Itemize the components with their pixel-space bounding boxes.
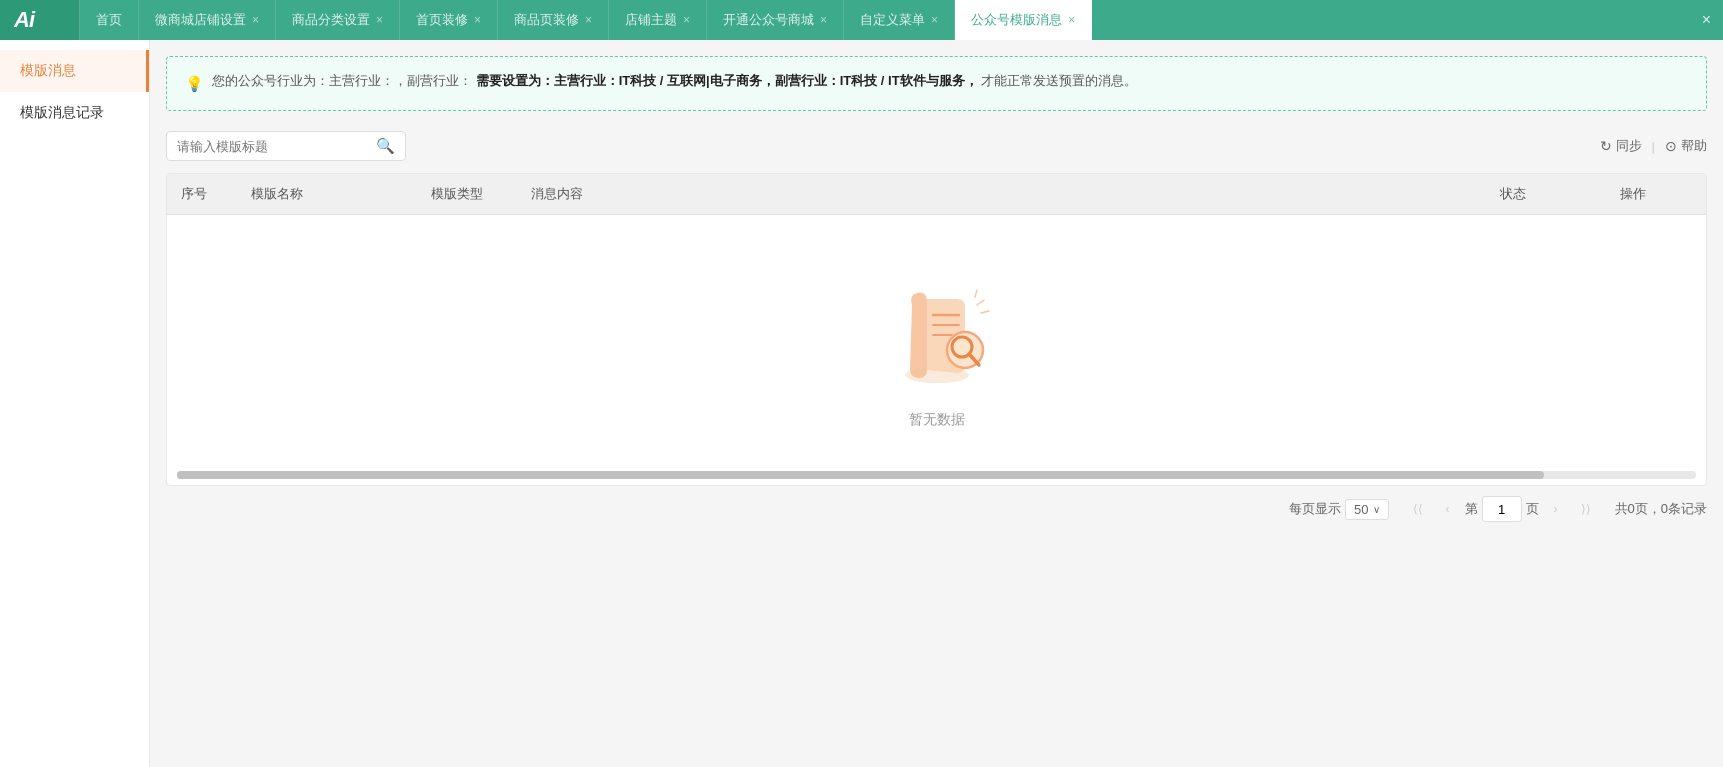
page-size-dropdown[interactable]: 50 ∨ [1345, 499, 1388, 520]
sync-label: 同步 [1616, 137, 1642, 155]
sidebar-item-template-msg[interactable]: 模版消息 [0, 50, 149, 92]
tab-product-decoration-close[interactable]: × [585, 13, 592, 27]
global-close-button[interactable]: × [1702, 11, 1711, 29]
tab-home-label: 首页 [96, 11, 122, 29]
page-size-label: 每页显示 [1289, 500, 1341, 518]
tab-store-theme-label: 店铺主题 [625, 11, 677, 29]
tab-home-decoration[interactable]: 首页装修 × [400, 0, 498, 40]
search-bar: 🔍 ↻ 同步 | ⊙ 帮助 [166, 131, 1707, 161]
table-container: 序号 模版名称 模版类型 消息内容 状态 [166, 173, 1707, 486]
next-page-button[interactable]: › [1543, 496, 1569, 522]
next-page-icon: › [1554, 502, 1558, 516]
help-icon: ⊙ [1665, 138, 1677, 154]
tab-store-settings-label: 微商城店铺设置 [155, 11, 246, 29]
tab-store-settings[interactable]: 微商城店铺设置 × [139, 0, 276, 40]
page-total: 共0页，0条记录 [1615, 500, 1707, 518]
col-header-type: 模版类型 [417, 174, 517, 215]
search-input[interactable] [177, 139, 376, 154]
prev-page-icon: ‹ [1446, 502, 1450, 516]
tab-store-theme-close[interactable]: × [683, 13, 690, 27]
tab-category-settings[interactable]: 商品分类设置 × [276, 0, 400, 40]
logo-text: Ai [14, 7, 34, 33]
sidebar-item-template-msg-label: 模版消息 [20, 62, 76, 78]
scroll-thumb[interactable] [177, 471, 1544, 479]
tab-open-wechat-mall[interactable]: 开通公众号商城 × [707, 0, 844, 40]
last-page-button[interactable]: ⟩⟩ [1573, 496, 1599, 522]
sidebar-item-template-msg-record[interactable]: 模版消息记录 [0, 92, 149, 134]
notice-highlight: 需要设置为：主营行业：IT科技 / 互联网|电子商务，副营行业：IT科技 / I… [476, 73, 978, 88]
first-page-icon: ⟨⟨ [1413, 502, 1423, 516]
page-word-label: 页 [1526, 500, 1539, 518]
col-header-content: 消息内容 [517, 174, 1486, 215]
prev-page-button[interactable]: ‹ [1435, 496, 1461, 522]
empty-text: 暂无数据 [909, 411, 965, 429]
sidebar: 模版消息 模版消息记录 [0, 40, 150, 767]
search-input-wrap[interactable]: 🔍 [166, 131, 406, 161]
last-page-icon: ⟩⟩ [1581, 502, 1591, 516]
col-header-status: 状态 [1486, 174, 1606, 215]
tab-template-msg-label: 公众号模版消息 [971, 11, 1062, 29]
help-button[interactable]: ⊙ 帮助 [1665, 137, 1707, 155]
sync-button[interactable]: ↻ 同步 [1600, 137, 1642, 155]
help-label: 帮助 [1681, 137, 1707, 155]
sidebar-item-template-msg-record-label: 模版消息记录 [20, 104, 104, 120]
logo: Ai [0, 0, 80, 40]
tab-category-settings-close[interactable]: × [376, 13, 383, 27]
search-actions: ↻ 同步 | ⊙ 帮助 [1600, 137, 1707, 155]
tab-custom-menu-close[interactable]: × [931, 13, 938, 27]
table-header-row: 序号 模版名称 模版类型 消息内容 状态 [167, 174, 1706, 215]
page-size-value: 50 [1354, 502, 1368, 517]
tab-template-msg[interactable]: 公众号模版消息 × [955, 0, 1092, 40]
notice-box: 💡 您的公众号行业为：主营行业：，副营行业： 需要设置为：主营行业：IT科技 /… [166, 56, 1707, 111]
tab-home[interactable]: 首页 [80, 0, 139, 40]
sync-icon: ↻ [1600, 138, 1612, 154]
main-layout: 模版消息 模版消息记录 💡 您的公众号行业为：主营行业：，副营行业： 需要设置为… [0, 40, 1723, 767]
tab-store-theme[interactable]: 店铺主题 × [609, 0, 707, 40]
page-input-wrap: 第 页 [1465, 496, 1539, 522]
tab-open-wechat-mall-label: 开通公众号商城 [723, 11, 814, 29]
content-area: 💡 您的公众号行业为：主营行业：，副营行业： 需要设置为：主营行业：IT科技 /… [150, 40, 1723, 767]
toolbar-divider: | [1652, 139, 1655, 154]
svg-line-9 [975, 290, 977, 297]
first-page-button[interactable]: ⟨⟨ [1405, 496, 1431, 522]
horizontal-scrollbar[interactable] [177, 471, 1696, 479]
tab-template-msg-close[interactable]: × [1068, 13, 1075, 27]
tab-custom-menu-label: 自定义菜单 [860, 11, 925, 29]
pagination: 每页显示 50 ∨ ⟨⟨ ‹ 第 页 › [166, 486, 1707, 522]
empty-illustration [877, 275, 997, 395]
notice-text: 您的公众号行业为：主营行业：，副营行业： 需要设置为：主营行业：IT科技 / 互… [212, 71, 1137, 92]
data-table: 序号 模版名称 模版类型 消息内容 状态 [167, 174, 1706, 469]
svg-line-7 [977, 300, 984, 305]
page-number-input[interactable] [1482, 496, 1522, 522]
empty-state: 暂无数据 [167, 215, 1706, 469]
col-header-action: 操作 [1606, 174, 1706, 215]
col-header-name: 模版名称 [237, 174, 417, 215]
page-size-select: 每页显示 50 ∨ [1289, 499, 1388, 520]
col-header-seq: 序号 [167, 174, 237, 215]
page-nav: ⟨⟨ ‹ 第 页 › ⟩⟩ [1405, 496, 1599, 522]
tab-store-settings-close[interactable]: × [252, 13, 259, 27]
notice-suffix: 才能正常发送预置的消息。 [981, 73, 1137, 88]
tab-product-decoration-label: 商品页装修 [514, 11, 579, 29]
svg-line-8 [981, 311, 989, 313]
tab-open-wechat-mall-close[interactable]: × [820, 13, 827, 27]
tab-category-settings-label: 商品分类设置 [292, 11, 370, 29]
table-empty-row: 暂无数据 [167, 215, 1706, 470]
tab-bar: Ai 首页 微商城店铺设置 × 商品分类设置 × 首页装修 × 商品页装修 × … [0, 0, 1723, 40]
notice-prefix: 您的公众号行业为：主营行业：，副营行业： [212, 73, 472, 88]
tab-home-decoration-close[interactable]: × [474, 13, 481, 27]
search-icon[interactable]: 🔍 [376, 137, 395, 155]
bulb-icon: 💡 [185, 72, 204, 96]
tab-custom-menu[interactable]: 自定义菜单 × [844, 0, 955, 40]
chevron-down-icon: ∨ [1373, 504, 1380, 515]
tab-home-decoration-label: 首页装修 [416, 11, 468, 29]
tab-product-decoration[interactable]: 商品页装修 × [498, 0, 609, 40]
